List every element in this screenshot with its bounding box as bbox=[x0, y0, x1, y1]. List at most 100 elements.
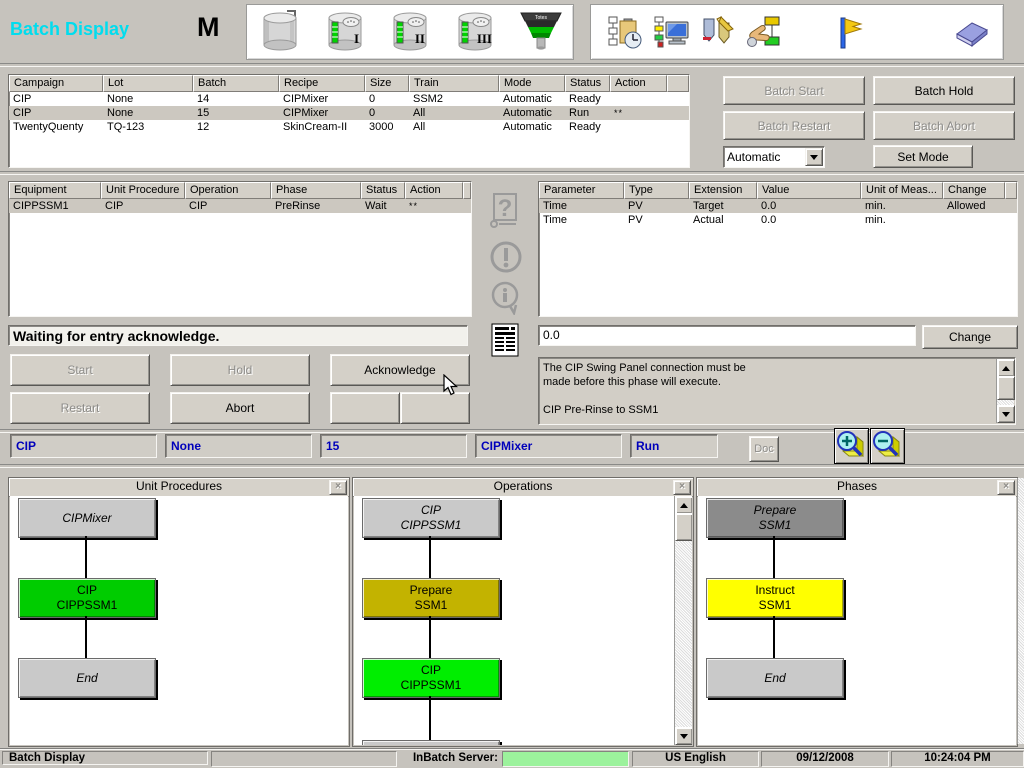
flow-box[interactable] bbox=[362, 740, 500, 745]
column-header[interactable]: Size bbox=[365, 75, 409, 92]
doc-button[interactable]: Doc bbox=[749, 436, 779, 462]
zoom-in-icon bbox=[837, 431, 864, 458]
table-row[interactable]: CIP None 14 CIPMixer 0 SSM2 Automatic Ready bbox=[9, 92, 689, 106]
column-header[interactable]: Value bbox=[757, 182, 861, 199]
flow-box[interactable]: End bbox=[18, 658, 156, 698]
change-button[interactable]: Change bbox=[922, 325, 1018, 349]
column-header[interactable]: Operation bbox=[185, 182, 271, 199]
column-header[interactable]: Action bbox=[405, 182, 463, 199]
operations-panel: Operations × CIP CIPPSSM1 Prepare SSM1 CIP CI… bbox=[352, 477, 694, 747]
report-icon[interactable] bbox=[490, 322, 520, 361]
column-header[interactable]: Phase bbox=[271, 182, 361, 199]
message-scroll-thumb[interactable] bbox=[997, 376, 1015, 400]
table-row[interactable]: TwentyQuenty TQ-123 12 SkinCream-II 3000 All A… bbox=[9, 120, 689, 134]
context-campaign-field: CIP bbox=[10, 434, 157, 458]
flow-box-label: CIPPSSM1 bbox=[56, 598, 118, 612]
scroll-up-icon[interactable] bbox=[675, 496, 692, 514]
mode-select-arrow[interactable] bbox=[805, 148, 823, 166]
column-header[interactable]: Mode bbox=[499, 75, 565, 92]
operations-scrollbar[interactable] bbox=[674, 496, 692, 745]
flow-box[interactable]: CIP CIPPSSM1 bbox=[18, 578, 156, 618]
table-row[interactable]: Time PV Actual 0.0 min. bbox=[539, 213, 1017, 227]
flow-box[interactable]: Prepare SSM1 bbox=[706, 498, 844, 538]
schedule-icon[interactable] bbox=[607, 13, 645, 51]
value-entry-input[interactable]: 0.0 bbox=[538, 325, 916, 346]
doc-label: Doc bbox=[754, 443, 774, 455]
column-header[interactable]: Lot bbox=[103, 75, 193, 92]
abort-button[interactable]: Abort bbox=[170, 392, 310, 424]
phases-scrollbar-partial[interactable] bbox=[1017, 478, 1024, 744]
close-icon[interactable]: × bbox=[997, 480, 1015, 495]
flow-box[interactable]: CIPMixer bbox=[18, 498, 156, 538]
column-header[interactable]: Campaign bbox=[9, 75, 103, 92]
scroll-down-icon[interactable] bbox=[675, 727, 692, 745]
manual-phase-icon[interactable] bbox=[745, 13, 783, 51]
batch-abort-button[interactable]: Batch Abort bbox=[873, 111, 1015, 140]
flow-box[interactable]: Instruct SSM1 bbox=[706, 578, 844, 618]
flow-box[interactable]: CIP CIPPSSM1 bbox=[362, 498, 500, 538]
column-header[interactable]: Action bbox=[610, 75, 667, 92]
flow-box[interactable]: Prepare SSM1 bbox=[362, 578, 500, 618]
restart-label: Restart bbox=[60, 401, 100, 415]
triangle-down bbox=[680, 733, 688, 739]
mouse-cursor bbox=[443, 373, 461, 401]
set-mode-button[interactable]: Set Mode bbox=[873, 145, 973, 168]
flow-box[interactable]: End bbox=[706, 658, 844, 698]
zoom-in-button[interactable] bbox=[834, 428, 869, 464]
column-header[interactable]: Parameter bbox=[539, 182, 624, 199]
flow-box-label: CIPPSSM1 bbox=[400, 678, 462, 692]
start-button[interactable]: Start bbox=[10, 354, 150, 386]
tank-3-icon[interactable]: III bbox=[452, 9, 498, 55]
column-header[interactable]: Status bbox=[565, 75, 610, 92]
column-header[interactable]: Batch bbox=[193, 75, 279, 92]
flag-icon[interactable] bbox=[829, 15, 863, 51]
table-cell: 0.0 bbox=[761, 200, 777, 212]
table-cell: 0 bbox=[369, 93, 376, 105]
batch-restart-button[interactable]: Batch Restart bbox=[723, 111, 865, 140]
column-header[interactable]: Extension bbox=[689, 182, 757, 199]
storage-tank-icon[interactable] bbox=[257, 9, 303, 55]
table-row[interactable]: CIPPSSM1 CIP CIP PreRinse Wait ** bbox=[9, 199, 471, 213]
batch-start-button[interactable]: Batch Start bbox=[723, 76, 865, 105]
zoom-out-button[interactable] bbox=[870, 428, 905, 464]
flow-box-label: SSM1 bbox=[414, 598, 448, 612]
table-cell bbox=[610, 120, 667, 134]
column-header[interactable]: Change bbox=[943, 182, 1005, 199]
question-phase-icon: ? bbox=[486, 186, 526, 232]
server-status-label: InBatch Server: bbox=[412, 752, 498, 764]
hold-button[interactable]: Hold bbox=[170, 354, 310, 386]
table-row[interactable]: Time PV Target 0.0 min. Allowed bbox=[539, 199, 1017, 213]
mode-select[interactable]: Automatic bbox=[723, 146, 825, 168]
table-cell: 12 bbox=[197, 121, 210, 133]
close-icon[interactable]: × bbox=[329, 480, 347, 495]
totes-icon[interactable]: Totes bbox=[517, 9, 563, 55]
tank-2-icon[interactable]: II bbox=[387, 9, 433, 55]
column-header[interactable]: Status bbox=[361, 182, 405, 199]
batch-display-icon[interactable] bbox=[653, 13, 691, 51]
table-row[interactable]: CIP None 15 CIPMixer 0 All Automatic Run ** bbox=[9, 106, 689, 120]
column-header[interactable]: Train bbox=[409, 75, 499, 92]
table-cell: ** bbox=[614, 108, 624, 118]
vessel-edit-icon[interactable] bbox=[699, 13, 737, 51]
batch-hold-button[interactable]: Batch Hold bbox=[873, 76, 1015, 105]
scroll-down-icon[interactable] bbox=[997, 405, 1015, 423]
book-icon[interactable] bbox=[953, 15, 991, 51]
column-header[interactable]: Recipe bbox=[279, 75, 365, 92]
connector-line bbox=[85, 536, 87, 578]
column-header[interactable]: Unit of Meas... bbox=[861, 182, 943, 199]
message-scrollbar[interactable] bbox=[996, 359, 1015, 423]
restart-button[interactable]: Restart bbox=[10, 392, 150, 424]
table-cell: CIPMixer bbox=[283, 107, 329, 119]
column-header[interactable]: Type bbox=[624, 182, 689, 199]
storage-tank-glyph bbox=[263, 10, 297, 51]
batch-display-window: Batch Display M I II III Totes Campaign … bbox=[0, 0, 1024, 768]
column-header[interactable]: Equipment bbox=[9, 182, 101, 199]
column-header[interactable]: Unit Procedure bbox=[101, 182, 185, 199]
question-glyph: ? bbox=[490, 193, 517, 228]
scroll-up-icon[interactable] bbox=[997, 359, 1015, 377]
blank-button-1[interactable] bbox=[330, 392, 400, 424]
operations-scroll-thumb[interactable] bbox=[675, 513, 692, 541]
tank-1-icon[interactable]: I bbox=[322, 9, 368, 55]
close-icon[interactable]: × bbox=[673, 480, 691, 495]
flow-box[interactable]: CIP CIPPSSM1 bbox=[362, 658, 500, 698]
